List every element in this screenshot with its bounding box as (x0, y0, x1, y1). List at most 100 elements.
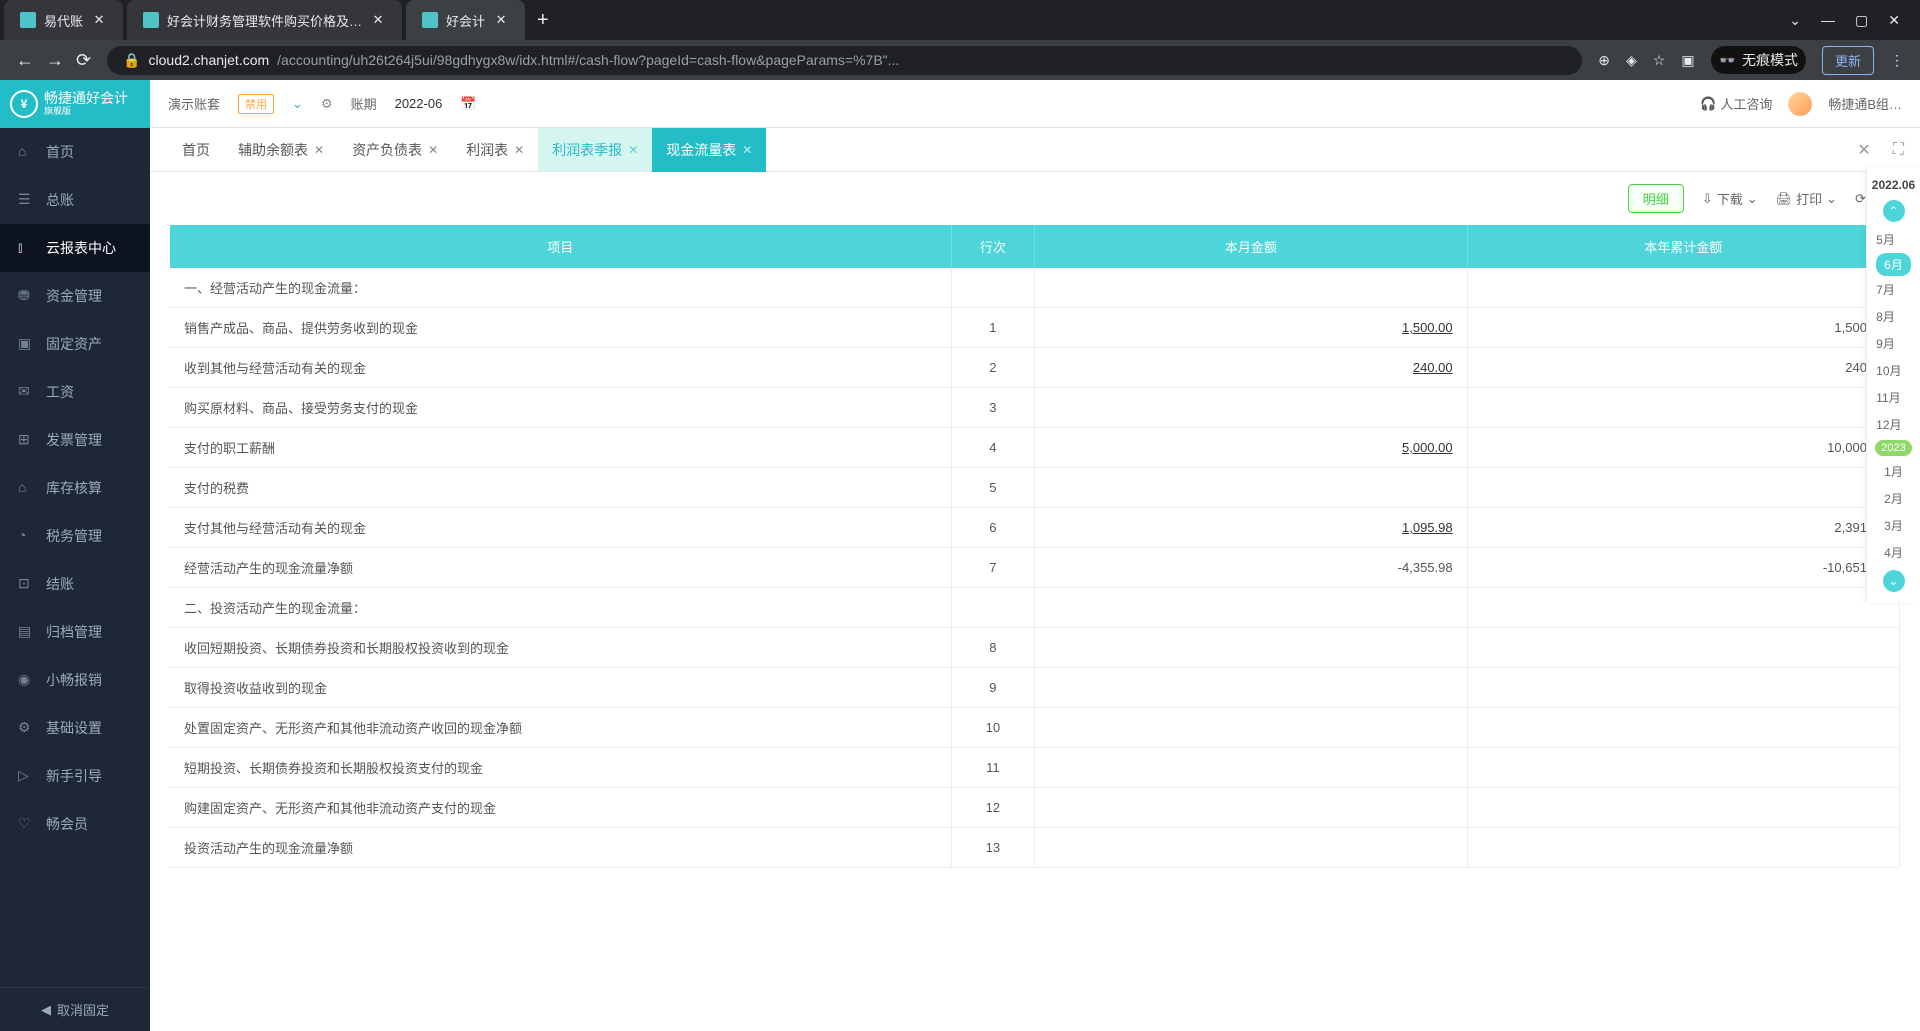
cell-year (1467, 468, 1899, 508)
cell-year: 2,391.96 (1467, 508, 1899, 548)
month-nav-up-icon[interactable]: ⌃ (1883, 200, 1905, 222)
calendar-icon[interactable]: 📅 (460, 96, 476, 112)
zoom-icon[interactable]: ⊕ (1598, 52, 1610, 69)
cell-item: 取得投资收益收到的现金 (170, 668, 951, 708)
sidebar-item-9[interactable]: ⊡结账 (0, 560, 150, 608)
month-item[interactable]: 3月 (1884, 512, 1903, 539)
page-tab-1[interactable]: 辅助余额表✕ (224, 128, 338, 172)
month-amount-link[interactable]: 1,095.98 (1402, 520, 1453, 535)
month-item[interactable]: 10月 (1876, 357, 1911, 384)
sidebar-unpin[interactable]: ◀ 取消固定 (0, 987, 150, 1031)
sidebar-item-0[interactable]: ⌂首页 (0, 128, 150, 176)
detail-button[interactable]: 明细 (1628, 184, 1684, 213)
sidebar-item-4[interactable]: ▣固定资产 (0, 320, 150, 368)
browser-tab-0[interactable]: 易代账 ✕ (4, 0, 123, 40)
close-icon[interactable]: ✕ (370, 12, 386, 28)
sidebar-item-label: 新手引导 (46, 766, 102, 786)
page-tab-0[interactable]: 首页 (168, 128, 224, 172)
download-icon: ⇩ (1702, 191, 1713, 207)
month-item[interactable]: 1月 (1884, 458, 1903, 485)
update-button[interactable]: 更新 (1822, 46, 1874, 75)
browser-tab-2[interactable]: 好会计 ✕ (406, 0, 525, 40)
table-row: 支付的税费 5 (170, 468, 1900, 508)
current-period-label: 2022.06 (1872, 174, 1915, 196)
month-item[interactable]: 4月 (1884, 539, 1903, 566)
menu-icon[interactable]: ⋮ (1890, 52, 1904, 69)
col-header-item: 项目 (170, 225, 951, 268)
sidebar-item-10[interactable]: ▤归档管理 (0, 608, 150, 656)
close-icon[interactable]: ✕ (493, 12, 509, 28)
bookmark-icon[interactable]: ☆ (1653, 52, 1666, 69)
page-tab-4[interactable]: 利润表季报✕ (538, 128, 652, 172)
close-icon[interactable]: ✕ (514, 143, 524, 157)
browser-tabs-bar: 易代账 ✕ 好会计财务管理软件购买价格及… ✕ 好会计 ✕ + ⌄ — ▢ ✕ (0, 0, 1920, 40)
sidebar-item-13[interactable]: ▷新手引导 (0, 752, 150, 800)
month-item[interactable]: 12月 (1876, 411, 1911, 438)
table-wrapper[interactable]: 项目 行次 本月金额 本年累计金额 一、经营活动产生的现金流量： 销售产成品、商… (150, 225, 1920, 1031)
sidebar-item-1[interactable]: ☰总账 (0, 176, 150, 224)
cell-line: 10 (951, 708, 1035, 748)
url-path: /accounting/uh26t264j5ui/98gdhygx8w/idx.… (277, 52, 899, 68)
sidebar-item-6[interactable]: ⊞发票管理 (0, 416, 150, 464)
support-link[interactable]: 🎧 人工咨询 (1700, 94, 1772, 113)
month-item[interactable]: 2月 (1884, 485, 1903, 512)
sidebar-item-label: 基础设置 (46, 718, 102, 738)
close-icon[interactable]: ✕ (91, 12, 107, 28)
next-year-chip[interactable]: 2023 (1875, 440, 1911, 456)
month-item[interactable]: 11月 (1876, 384, 1911, 411)
maximize-icon[interactable]: ▢ (1855, 12, 1868, 29)
close-icon[interactable]: ✕ (742, 143, 752, 157)
download-button[interactable]: ⇩ 下载 ⌄ (1702, 189, 1758, 208)
url-bar[interactable]: 🔒 cloud2.chanjet.com/accounting/uh26t264… (107, 46, 1582, 75)
forward-icon[interactable]: → (46, 50, 64, 71)
sidebar-item-5[interactable]: ✉工资 (0, 368, 150, 416)
sidebar-item-2[interactable]: ⫾云报表中心 (0, 224, 150, 272)
badge-dropdown-icon[interactable]: ⌄ (292, 96, 303, 112)
extensions-icon[interactable]: ▣ (1681, 52, 1694, 69)
url-domain: cloud2.chanjet.com (149, 52, 270, 68)
sidebar-item-3[interactable]: ⛃资金管理 (0, 272, 150, 320)
sidebar-item-11[interactable]: ◉小畅报销 (0, 656, 150, 704)
app-logo[interactable]: ¥ 畅捷通好会计 旗舰版 (0, 80, 150, 128)
close-icon[interactable]: ✕ (428, 143, 438, 157)
month-amount-link[interactable]: 5,000.00 (1402, 440, 1453, 455)
close-all-tabs-icon[interactable]: ✕ (1851, 134, 1876, 166)
minimize-icon[interactable]: — (1821, 12, 1835, 29)
sidebar-item-12[interactable]: ⚙基础设置 (0, 704, 150, 752)
expand-icon[interactable]: ⛶ (1887, 135, 1910, 165)
back-icon[interactable]: ← (16, 50, 34, 71)
sidebar-item-14[interactable]: ♡畅会员 (0, 800, 150, 848)
cell-line: 11 (951, 748, 1035, 788)
close-icon[interactable]: ✕ (628, 143, 638, 157)
cell-item: 经营活动产生的现金流量净额 (170, 548, 951, 588)
month-nav-down-icon[interactable]: ⌄ (1883, 570, 1905, 592)
month-item[interactable]: 7月 (1876, 276, 1911, 303)
new-tab-button[interactable]: + (525, 9, 561, 32)
month-amount-link[interactable]: 240.00 (1413, 360, 1453, 375)
page-tab-3[interactable]: 利润表✕ (452, 128, 538, 172)
nav-arrows: ← → ⟳ (16, 50, 91, 71)
page-tab-2[interactable]: 资产负债表✕ (338, 128, 452, 172)
month-amount-link[interactable]: 1,500.00 (1402, 320, 1453, 335)
sidebar-item-icon: ⊡ (18, 575, 36, 593)
gear-icon[interactable]: ⚙ (321, 96, 333, 112)
month-item[interactable]: 8月 (1876, 303, 1911, 330)
sidebar-item-7[interactable]: ⌂库存核算 (0, 464, 150, 512)
sidebar-item-label: 小畅报销 (46, 670, 102, 690)
month-item[interactable]: 9月 (1876, 330, 1911, 357)
print-button[interactable]: 🖨 打印 ⌄ (1776, 189, 1837, 208)
caret-down-icon[interactable]: ⌄ (1789, 12, 1801, 29)
browser-tab-1[interactable]: 好会计财务管理软件购买价格及… ✕ (127, 0, 402, 40)
avatar[interactable] (1788, 92, 1812, 116)
close-window-icon[interactable]: ✕ (1888, 12, 1900, 29)
cell-line: 3 (951, 388, 1035, 428)
logo-main-text: 畅捷通好会计 (44, 91, 128, 106)
table-row: 二、投资活动产生的现金流量： (170, 588, 1900, 628)
sidebar-item-8[interactable]: ◔税务管理 (0, 512, 150, 560)
extension-icon[interactable]: ◈ (1626, 52, 1637, 69)
month-item[interactable]: 6月 (1876, 253, 1911, 276)
close-icon[interactable]: ✕ (314, 143, 324, 157)
month-item[interactable]: 5月 (1876, 226, 1911, 253)
page-tab-5[interactable]: 现金流量表✕ (652, 128, 766, 172)
reload-icon[interactable]: ⟳ (76, 50, 91, 71)
